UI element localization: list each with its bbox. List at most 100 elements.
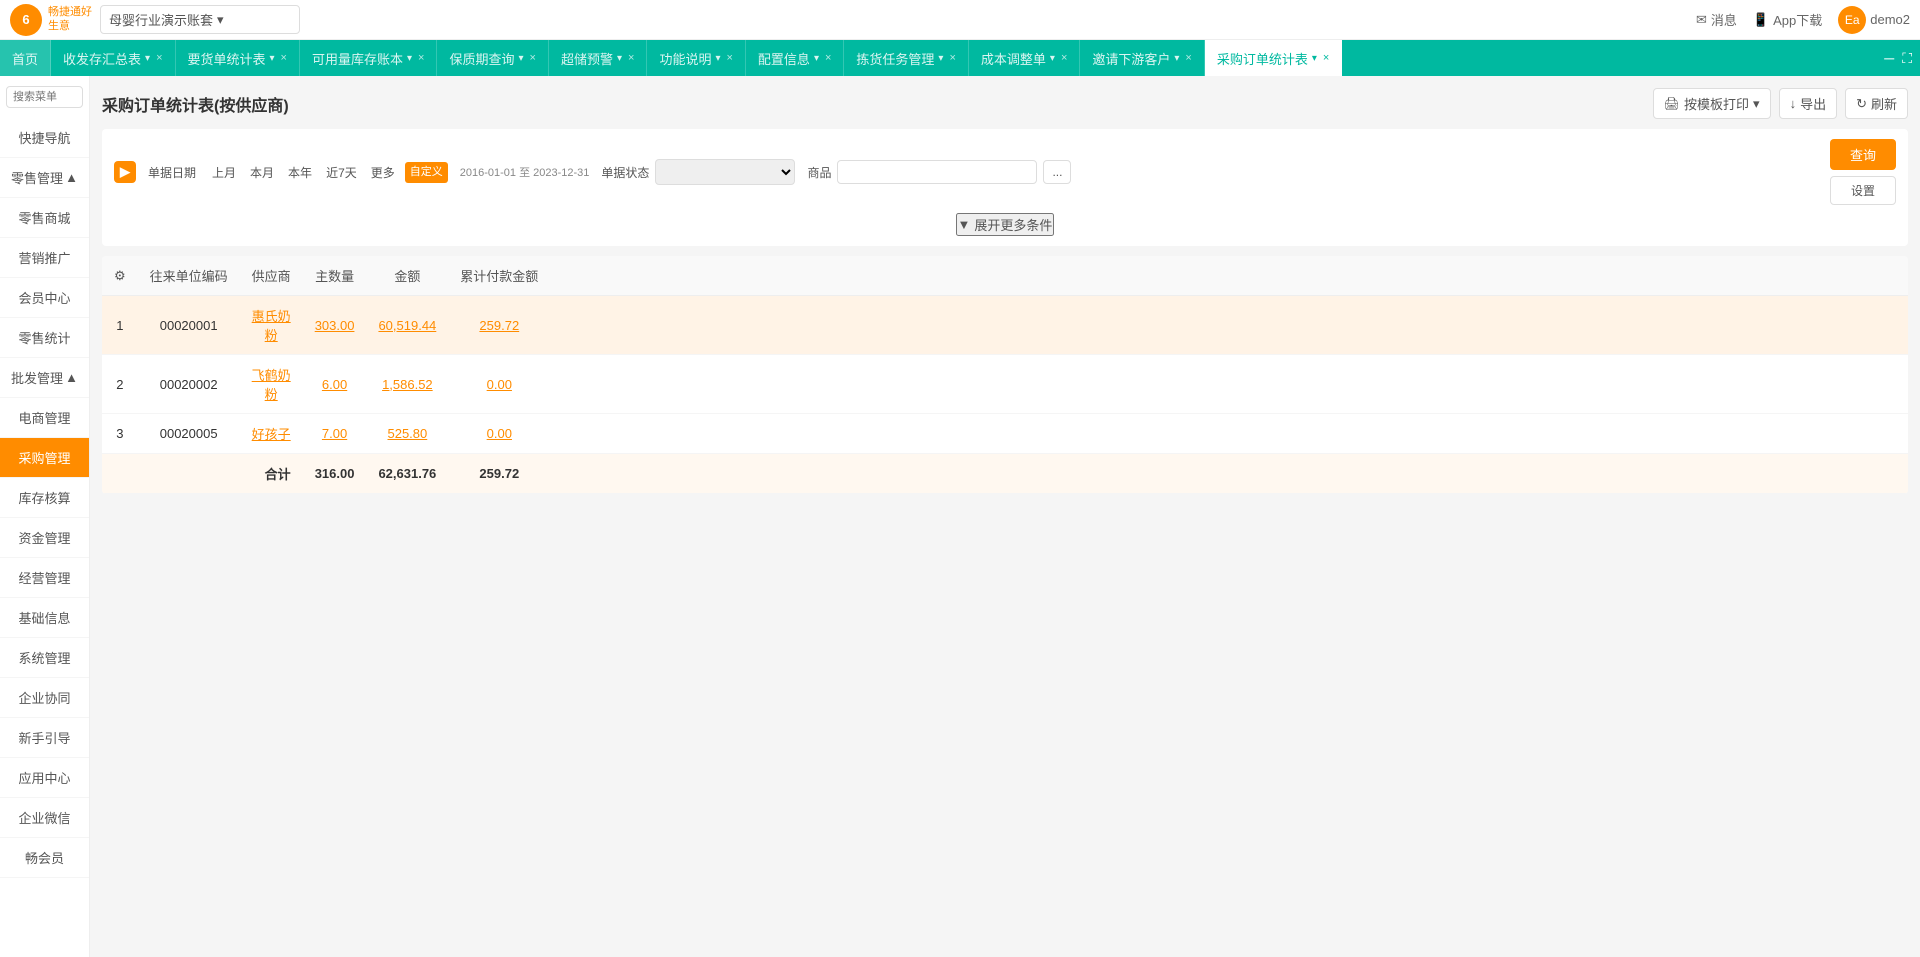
message-button[interactable]: ✉ 消息: [1696, 10, 1737, 29]
sidebar-item-finance[interactable]: 资金管理: [0, 518, 89, 558]
shortcut-7days[interactable]: 近7天: [322, 162, 361, 183]
sidebar-item-operation[interactable]: 经营管理: [0, 558, 89, 598]
print-button[interactable]: 🖨 按模板打印 ▾: [1653, 88, 1771, 119]
close-icon[interactable]: ×: [418, 52, 424, 64]
table-header-row: ⚙ 往来单位编码 供应商 主数量 金额 累计付款金额: [102, 256, 1908, 296]
filter-toggle-button[interactable]: ▶: [114, 161, 136, 183]
td-extra: [550, 414, 1908, 454]
sidebar-item-enterprise[interactable]: 企业协同: [0, 678, 89, 718]
tab-invite-downstream[interactable]: 邀请下游客户 ▾ ×: [1080, 40, 1204, 76]
sidebar-item-new-guide[interactable]: 新手引导: [0, 718, 89, 758]
sidebar-item-ecommerce[interactable]: 电商管理: [0, 398, 89, 438]
chevron-icon: ▾: [1050, 53, 1055, 64]
sidebar-item-basic-info[interactable]: 基础信息: [0, 598, 89, 638]
goods-input[interactable]: [837, 160, 1037, 184]
td-extra: [550, 355, 1908, 414]
print-icon: 🖨: [1664, 96, 1681, 112]
workspace-selector[interactable]: 母婴行业演示账套 ▾: [100, 5, 300, 34]
tfoot-qty: 316.00: [303, 454, 367, 494]
search-input[interactable]: [6, 86, 83, 108]
maximize-icon[interactable]: ⛶: [1902, 50, 1912, 67]
tab-requisition-stat[interactable]: 要货单统计表 ▾ ×: [176, 40, 300, 76]
supplier-link[interactable]: 惠氏奶粉: [252, 309, 291, 343]
sidebar-search-area: [0, 76, 89, 118]
tab-warranty[interactable]: 保质期查询 ▾ ×: [437, 40, 548, 76]
amount-link[interactable]: 60,519.44: [378, 318, 436, 333]
tab-usable-stock[interactable]: 可用量库存账本 ▾ ×: [300, 40, 437, 76]
tab-config-info[interactable]: 配置信息 ▾ ×: [746, 40, 844, 76]
tab-receive-send[interactable]: 收发存汇总表 ▾ ×: [51, 40, 175, 76]
sidebar-item-marketing[interactable]: 营销推广: [0, 238, 89, 278]
sidebar-item-member[interactable]: 会员中心: [0, 278, 89, 318]
custom-badge[interactable]: 自定义: [405, 162, 448, 183]
page-actions: 🖨 按模板打印 ▾ ↓ 导出 ↻ 刷新: [1653, 88, 1909, 119]
tab-overstock[interactable]: 超储预警 ▾ ×: [549, 40, 647, 76]
amount-link[interactable]: 525.80: [387, 426, 427, 441]
close-icon[interactable]: ×: [530, 52, 536, 64]
close-icon[interactable]: ×: [825, 52, 831, 64]
tab-cost-adjust[interactable]: 成本调整单 ▾ ×: [969, 40, 1080, 76]
sidebar-item-retail-mall[interactable]: 零售商城: [0, 198, 89, 238]
sidebar-item-retail[interactable]: 零售管理 ▲: [0, 158, 89, 198]
amount-link[interactable]: 1,586.52: [382, 377, 433, 392]
sidebar-item-retail-stat[interactable]: 零售统计: [0, 318, 89, 358]
sidebar-item-app-center[interactable]: 应用中心: [0, 758, 89, 798]
close-icon[interactable]: ×: [726, 52, 732, 64]
qty-link[interactable]: 6.00: [322, 377, 347, 392]
filter-area: ▶ 单据日期 上月 本月 本年 近7天 更多 自定义 2016-01-01 至 …: [102, 129, 1908, 246]
refresh-icon: ↻: [1856, 96, 1867, 112]
qty-link[interactable]: 303.00: [315, 318, 355, 333]
status-select[interactable]: [655, 159, 795, 185]
qty-link[interactable]: 7.00: [322, 426, 347, 441]
paid-link[interactable]: 259.72: [479, 318, 519, 333]
sidebar-item-system[interactable]: 系统管理: [0, 638, 89, 678]
chevron-icon: ▾: [270, 53, 275, 64]
shortcut-more[interactable]: 更多: [367, 162, 399, 183]
gear-icon[interactable]: ⚙: [114, 268, 126, 283]
th-unit-code: 往来单位编码: [138, 256, 240, 296]
refresh-button[interactable]: ↻ 刷新: [1845, 88, 1908, 119]
td-code: 00020001: [138, 296, 240, 355]
close-icon[interactable]: ×: [156, 52, 162, 64]
sidebar-item-wholesale[interactable]: 批发管理 ▲: [0, 358, 89, 398]
minimize-icon[interactable]: ─: [1884, 50, 1894, 66]
expand-button[interactable]: ▼ 展开更多条件: [956, 213, 1055, 236]
sidebar-item-purchase[interactable]: 采购管理: [0, 438, 89, 478]
shortcut-last-month[interactable]: 上月: [208, 162, 240, 183]
tab-function-desc[interactable]: 功能说明 ▾ ×: [647, 40, 745, 76]
tab-purchase-stat[interactable]: 采购订单统计表 ▾ ×: [1205, 40, 1342, 76]
close-icon[interactable]: ×: [1323, 52, 1329, 64]
supplier-link[interactable]: 好孩子: [252, 427, 291, 442]
close-icon[interactable]: ×: [1185, 52, 1191, 64]
query-button[interactable]: 查询: [1830, 139, 1896, 170]
tab-home[interactable]: 首页: [0, 40, 51, 76]
shortcut-this-month[interactable]: 本月: [246, 162, 278, 183]
more-filter-button[interactable]: ...: [1043, 160, 1071, 184]
td-supplier: 飞鹤奶粉: [240, 355, 303, 414]
settings-button[interactable]: 设置: [1830, 176, 1896, 205]
app-download-button[interactable]: 📱 App下载: [1753, 10, 1822, 29]
close-icon[interactable]: ×: [949, 52, 955, 64]
chevron-icon: ▾: [518, 53, 523, 64]
export-button[interactable]: ↓ 导出: [1779, 88, 1838, 119]
paid-link[interactable]: 0.00: [487, 426, 512, 441]
user-avatar[interactable]: Ea demo2: [1838, 6, 1910, 34]
status-label: 单据状态: [601, 164, 649, 181]
tab-pick-task[interactable]: 拣货任务管理 ▾ ×: [844, 40, 968, 76]
supplier-link[interactable]: 飞鹤奶粉: [252, 368, 291, 402]
close-icon[interactable]: ×: [281, 52, 287, 64]
paid-link[interactable]: 0.00: [487, 377, 512, 392]
sidebar-item-quick-nav[interactable]: 快捷导航: [0, 118, 89, 158]
table-footer-row: 合计 316.00 62,631.76 259.72: [102, 454, 1908, 494]
th-qty: 主数量: [303, 256, 367, 296]
td-code: 00020005: [138, 414, 240, 454]
sidebar-item-enterprise-wechat[interactable]: 企业微信: [0, 798, 89, 838]
shortcut-this-year[interactable]: 本年: [284, 162, 316, 183]
top-bar: 6 畅捷通好生意 母婴行业演示账套 ▾ ✉ 消息 📱 App下载 Ea demo…: [0, 0, 1920, 40]
page-title: 采购订单统计表(按供应商): [102, 92, 289, 116]
sidebar-item-member2[interactable]: 畅会员: [0, 838, 89, 878]
chevron-icon: ▾: [407, 53, 412, 64]
close-icon[interactable]: ×: [1061, 52, 1067, 64]
sidebar-item-inventory[interactable]: 库存核算: [0, 478, 89, 518]
close-icon[interactable]: ×: [628, 52, 634, 64]
